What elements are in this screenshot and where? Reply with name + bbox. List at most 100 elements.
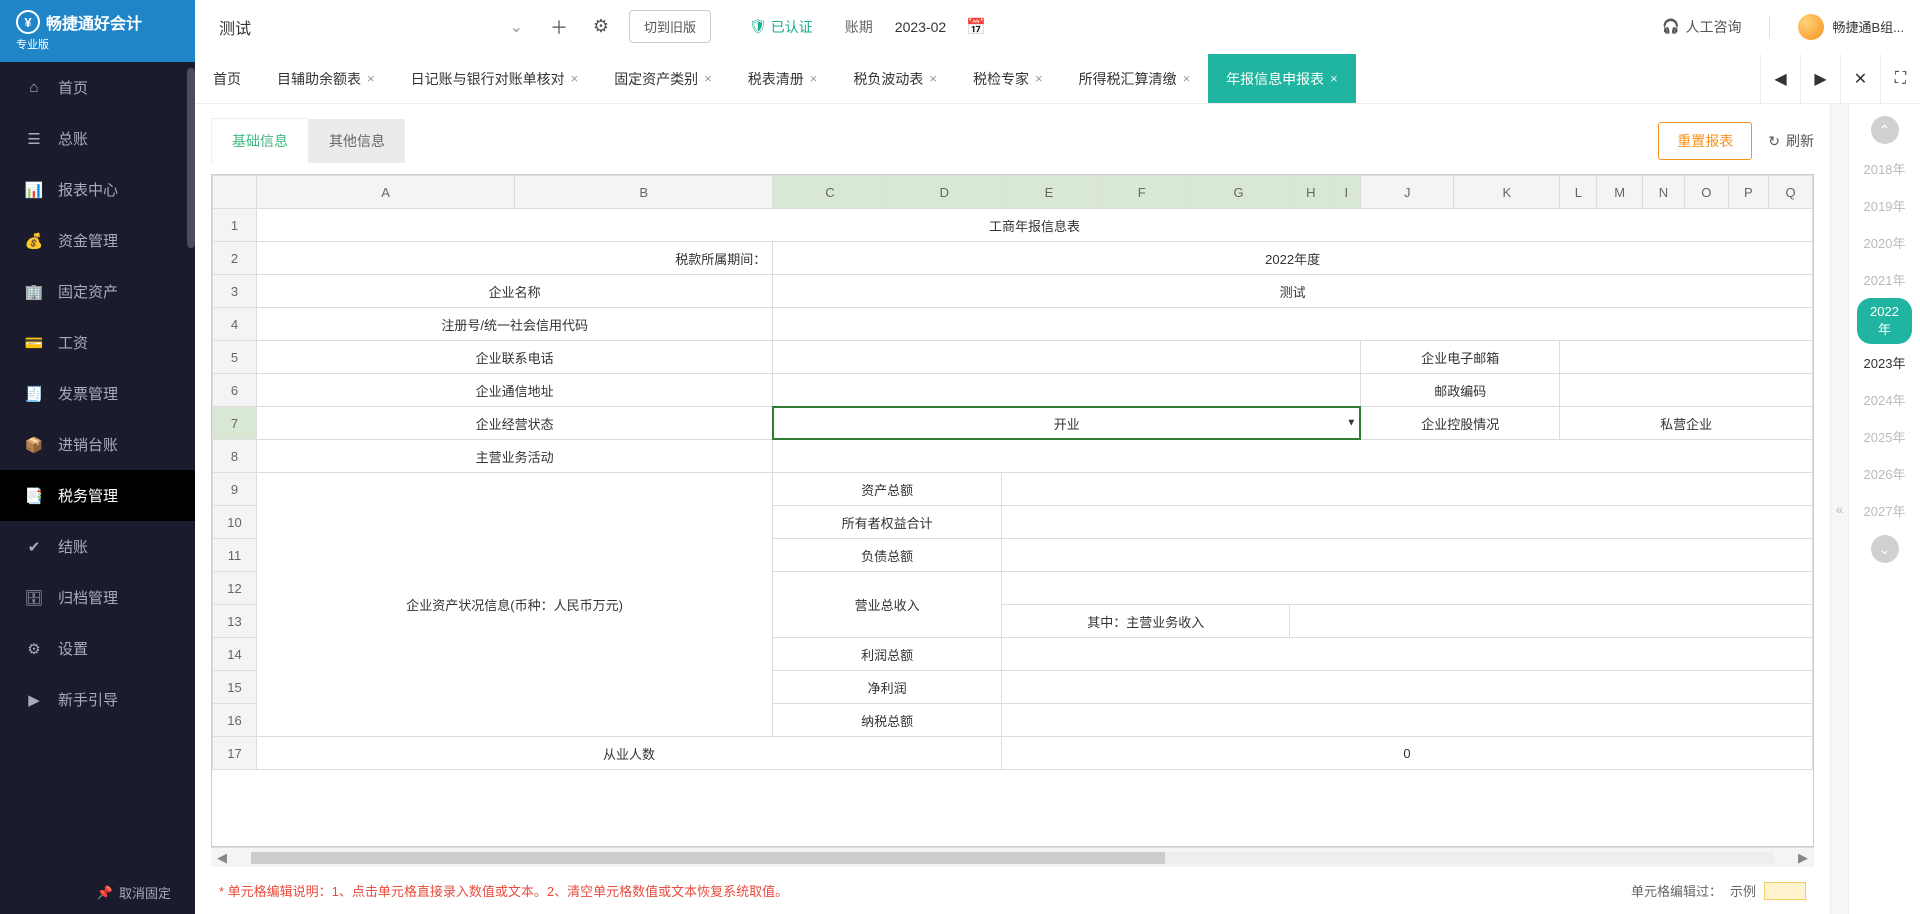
- user-menu[interactable]: 畅捷通B组...: [1798, 14, 1904, 40]
- cell[interactable]: [1002, 506, 1813, 539]
- cell[interactable]: [1002, 671, 1813, 704]
- tab-close-icon[interactable]: ×: [1035, 71, 1043, 86]
- sheet-title[interactable]: 工商年报信息表: [257, 209, 1813, 242]
- cell[interactable]: 企业联系电话: [257, 341, 773, 374]
- column-header[interactable]: N: [1642, 176, 1684, 209]
- column-header[interactable]: P: [1728, 176, 1768, 209]
- cell[interactable]: 税款所属期间：: [257, 242, 773, 275]
- scroll-left-arrow[interactable]: ◀: [211, 850, 233, 866]
- cell[interactable]: 企业资产状况信息(币种：人民币万元): [257, 473, 773, 737]
- cell[interactable]: 营业总收入: [773, 572, 1002, 638]
- year-down-button[interactable]: ⌄: [1871, 535, 1899, 563]
- year-item[interactable]: 2025年: [1849, 418, 1920, 455]
- sidebar-item-archive[interactable]: 🗄归档管理: [0, 572, 195, 623]
- row-header[interactable]: 15: [213, 671, 257, 704]
- row-header[interactable]: 8: [213, 440, 257, 473]
- column-header[interactable]: H: [1290, 176, 1332, 209]
- row-header[interactable]: 4: [213, 308, 257, 341]
- cell[interactable]: [1002, 704, 1813, 737]
- support-link[interactable]: 🎧 人工咨询: [1662, 17, 1741, 37]
- cell[interactable]: 2022年度: [773, 242, 1813, 275]
- cell[interactable]: 负债总额: [773, 539, 1002, 572]
- sidebar-item-money[interactable]: 💰资金管理: [0, 215, 195, 266]
- subtab-other[interactable]: 其他信息: [309, 119, 405, 163]
- cell[interactable]: 主营业务活动: [257, 440, 773, 473]
- year-item[interactable]: 2024年: [1849, 381, 1920, 418]
- row-header[interactable]: 11: [213, 539, 257, 572]
- fullscreen-button[interactable]: ⛶: [1880, 54, 1920, 103]
- cell[interactable]: 所有者权益合计: [773, 506, 1002, 539]
- row-header[interactable]: 9: [213, 473, 257, 506]
- row-header[interactable]: 7: [213, 407, 257, 440]
- year-item[interactable]: 2019年: [1849, 187, 1920, 224]
- tab-close-icon[interactable]: ×: [704, 71, 712, 86]
- tab[interactable]: 目辅助余额表×: [259, 54, 393, 103]
- year-item[interactable]: 2027年: [1849, 492, 1920, 529]
- tab[interactable]: 年报信息申报表×: [1208, 54, 1356, 103]
- tab-close-all[interactable]: ✕: [1840, 54, 1880, 103]
- sidebar-item-home[interactable]: ⌂首页: [0, 62, 195, 113]
- cell[interactable]: 从业人数: [257, 737, 1002, 770]
- row-header[interactable]: 14: [213, 638, 257, 671]
- column-header[interactable]: O: [1684, 176, 1728, 209]
- row-header[interactable]: 12: [213, 572, 257, 605]
- cell[interactable]: [1002, 638, 1813, 671]
- selected-cell[interactable]: 开业▼: [773, 407, 1361, 440]
- column-header[interactable]: F: [1096, 176, 1187, 209]
- column-header[interactable]: K: [1454, 176, 1560, 209]
- tab[interactable]: 税检专家×: [955, 54, 1061, 103]
- cell[interactable]: 利润总额: [773, 638, 1002, 671]
- year-item[interactable]: 2022年: [1857, 298, 1912, 344]
- year-item[interactable]: 2020年: [1849, 224, 1920, 261]
- tab-close-icon[interactable]: ×: [571, 71, 579, 86]
- cell[interactable]: [1002, 473, 1813, 506]
- cell[interactable]: 0: [1002, 737, 1813, 770]
- cell[interactable]: [773, 308, 1813, 341]
- cell[interactable]: [1560, 341, 1813, 374]
- column-header[interactable]: J: [1361, 176, 1454, 209]
- tab[interactable]: 税负波动表×: [835, 54, 955, 103]
- year-panel-collapse[interactable]: «: [1830, 104, 1848, 914]
- cell[interactable]: 测试: [773, 275, 1813, 308]
- column-header[interactable]: I: [1332, 176, 1361, 209]
- horizontal-scrollbar[interactable]: ◀ ▶: [211, 847, 1814, 867]
- cell[interactable]: 净利润: [773, 671, 1002, 704]
- column-header[interactable]: Q: [1769, 176, 1813, 209]
- cell[interactable]: 纳税总额: [773, 704, 1002, 737]
- cell[interactable]: 其中：主营业务收入: [1002, 605, 1290, 638]
- year-item[interactable]: 2018年: [1849, 150, 1920, 187]
- spreadsheet[interactable]: ABCDEFGHIJKLMNOPQ1工商年报信息表2税款所属期间：2022年度3…: [211, 174, 1814, 847]
- company-selector[interactable]: 测试 ⌄: [211, 9, 531, 45]
- tab-close-icon[interactable]: ×: [1183, 71, 1191, 86]
- column-header[interactable]: G: [1187, 176, 1290, 209]
- row-header[interactable]: 2: [213, 242, 257, 275]
- cell[interactable]: [1290, 605, 1813, 638]
- row-header[interactable]: 16: [213, 704, 257, 737]
- column-header[interactable]: E: [1002, 176, 1097, 209]
- row-header[interactable]: 17: [213, 737, 257, 770]
- column-header[interactable]: D: [887, 176, 1001, 209]
- cell[interactable]: 企业经营状态: [257, 407, 773, 440]
- sidebar-item-inventory[interactable]: 📦进销台账: [0, 419, 195, 470]
- column-header[interactable]: M: [1597, 176, 1642, 209]
- subtab-basic[interactable]: 基础信息: [211, 118, 309, 164]
- row-header[interactable]: 5: [213, 341, 257, 374]
- cell[interactable]: [1002, 539, 1813, 572]
- cell[interactable]: 私营企业: [1560, 407, 1813, 440]
- tab[interactable]: 日记账与银行对账单核对×: [393, 54, 597, 103]
- year-up-button[interactable]: ⌃: [1871, 116, 1899, 144]
- row-header[interactable]: 13: [213, 605, 257, 638]
- row-header[interactable]: 1: [213, 209, 257, 242]
- sidebar-item-ledger[interactable]: ☰总账: [0, 113, 195, 164]
- cell[interactable]: [773, 341, 1361, 374]
- add-button[interactable]: ＋: [545, 13, 573, 41]
- column-header[interactable]: B: [515, 176, 773, 209]
- column-header[interactable]: C: [773, 176, 887, 209]
- sidebar-item-invoice[interactable]: 🧾发票管理: [0, 368, 195, 419]
- tab[interactable]: 税表清册×: [730, 54, 836, 103]
- tab-close-icon[interactable]: ×: [810, 71, 818, 86]
- tab-close-icon[interactable]: ×: [367, 71, 375, 86]
- cell[interactable]: 资产总额: [773, 473, 1002, 506]
- sidebar-item-settings[interactable]: ⚙设置: [0, 623, 195, 674]
- cell[interactable]: [773, 374, 1361, 407]
